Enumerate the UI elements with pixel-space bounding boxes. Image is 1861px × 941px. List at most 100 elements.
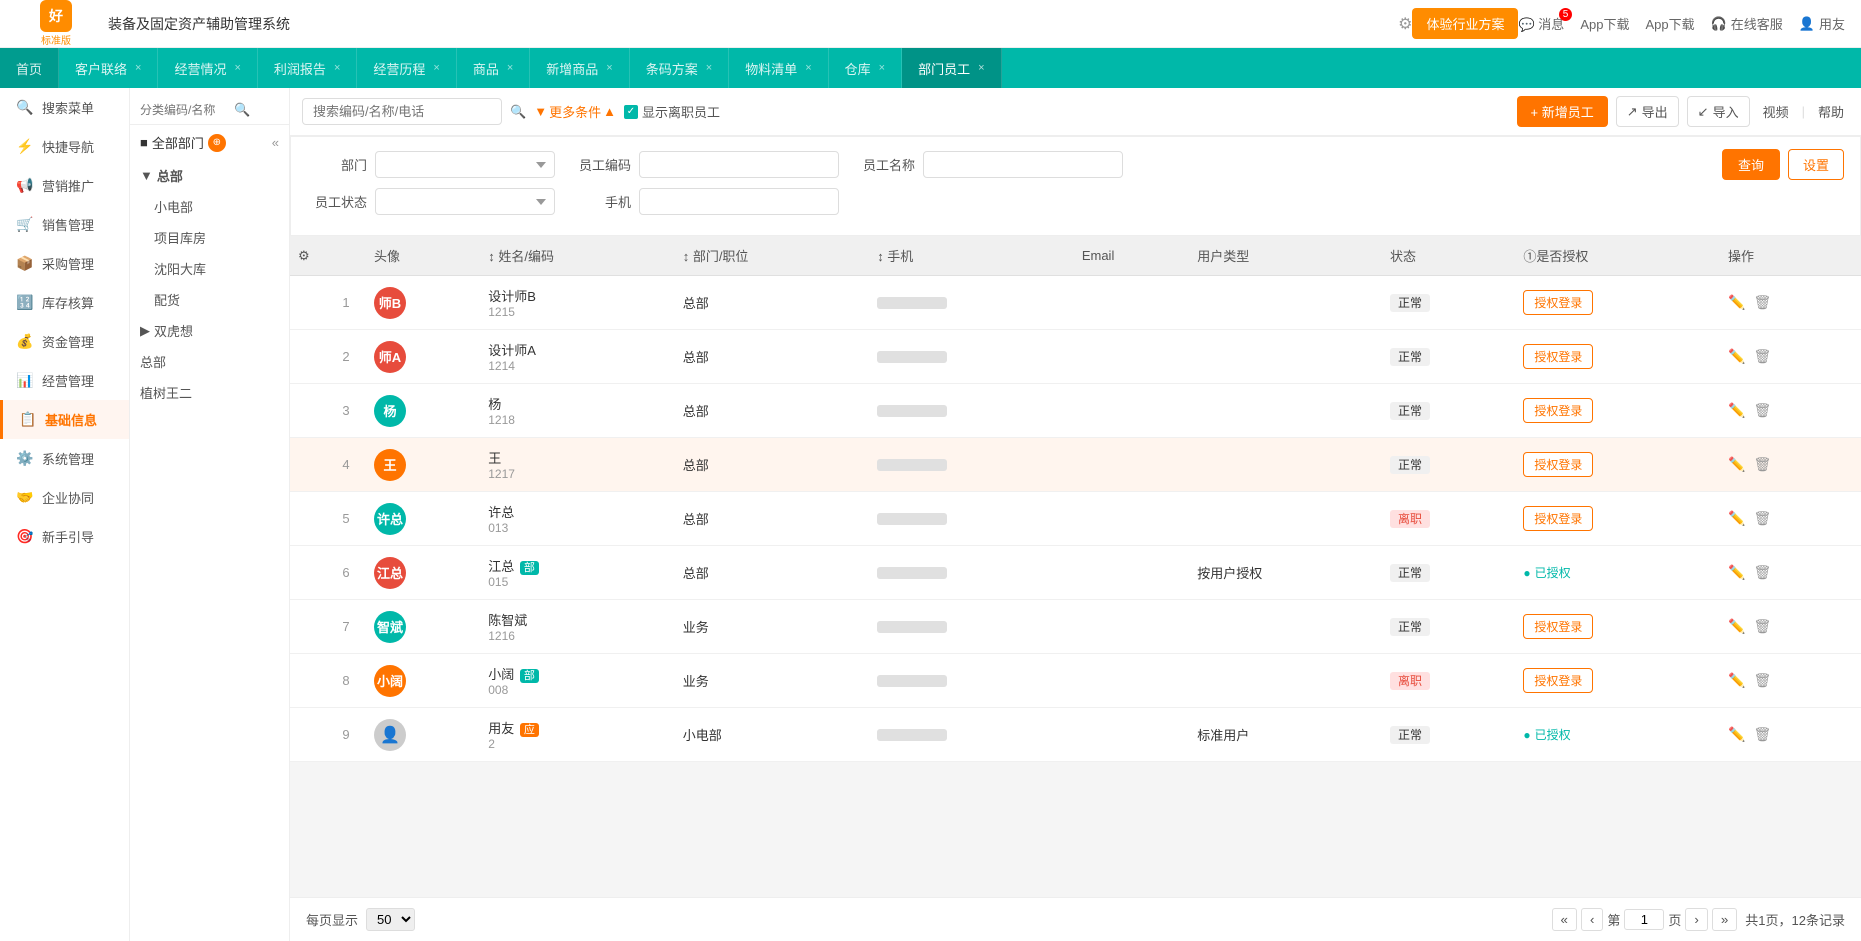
- nav-tab-add-goods[interactable]: 新增商品 ×: [530, 48, 629, 88]
- nav-tab-employee[interactable]: 部门员工 ×: [902, 48, 1001, 88]
- sidebar-item-guide[interactable]: 🎯 新手引导: [0, 517, 129, 556]
- online-service-link[interactable]: 🎧 在线客服: [1711, 14, 1783, 33]
- sidebar-item-purchase[interactable]: 📦 采购管理: [0, 244, 129, 283]
- nav-tab-warehouse[interactable]: 仓库 ×: [829, 48, 902, 88]
- nav-tab-history[interactable]: 经营历程 ×: [357, 48, 456, 88]
- trial-button[interactable]: 体验行业方案: [1412, 8, 1518, 39]
- delete-icon[interactable]: 🗑: [1753, 726, 1771, 743]
- add-employee-button[interactable]: + 新增员工: [1517, 96, 1608, 127]
- nav-tab-home[interactable]: 首页: [0, 48, 59, 88]
- status-select[interactable]: [375, 188, 555, 215]
- sidebar-item-inventory[interactable]: 🔢 库存核算: [0, 283, 129, 322]
- export-button[interactable]: ↗ 导出: [1616, 96, 1679, 127]
- auth-button[interactable]: 授权登录: [1523, 506, 1593, 531]
- tree-node-zongbu2[interactable]: 总部: [130, 346, 289, 377]
- gear-icon[interactable]: ⚙: [1398, 14, 1412, 34]
- tree-node-shenyangdaku[interactable]: 沈阳大库: [130, 253, 289, 284]
- dept-select[interactable]: [375, 151, 555, 178]
- sidebar-item-operation[interactable]: 📊 经营管理: [0, 361, 129, 400]
- nav-tab-customer[interactable]: 客户联络 ×: [59, 48, 158, 88]
- search-button[interactable]: 查询: [1722, 149, 1780, 180]
- th-settings[interactable]: ⚙: [290, 236, 326, 276]
- emp-code-input[interactable]: [639, 151, 839, 178]
- close-icon[interactable]: ×: [706, 62, 712, 74]
- last-page-btn[interactable]: »: [1712, 908, 1737, 931]
- emp-name-input[interactable]: [923, 151, 1123, 178]
- close-icon[interactable]: ×: [433, 62, 439, 74]
- sidebar-item-quicknav[interactable]: ⚡ 快捷导航: [0, 127, 129, 166]
- delete-icon[interactable]: 🗑: [1753, 456, 1771, 473]
- sidebar-item-finance[interactable]: 💰 资金管理: [0, 322, 129, 361]
- close-icon[interactable]: ×: [606, 62, 612, 74]
- nav-tab-barcode[interactable]: 条码方案 ×: [630, 48, 729, 88]
- tree-node-shuanghu[interactable]: ▶ 双虎想: [130, 315, 289, 346]
- auth-button[interactable]: 授权登录: [1523, 344, 1593, 369]
- auth-button[interactable]: 授权登录: [1523, 668, 1593, 693]
- close-icon[interactable]: ×: [978, 62, 984, 74]
- search-icon-filter[interactable]: 🔍: [510, 104, 526, 120]
- set-button[interactable]: 设置: [1788, 149, 1844, 180]
- delete-icon[interactable]: 🗑: [1753, 618, 1771, 635]
- delete-icon[interactable]: 🗑: [1753, 294, 1771, 311]
- first-page-btn[interactable]: «: [1552, 908, 1577, 931]
- delete-icon[interactable]: 🗑: [1753, 672, 1771, 689]
- edit-icon[interactable]: ✏️: [1728, 294, 1745, 311]
- tree-node-zongbu[interactable]: ▼ 总部: [130, 160, 289, 191]
- delete-icon[interactable]: 🗑: [1753, 348, 1771, 365]
- nav-tab-goods[interactable]: 商品 ×: [457, 48, 530, 88]
- edit-icon[interactable]: ✏️: [1728, 510, 1745, 527]
- video-link[interactable]: 视频: [1758, 97, 1794, 126]
- sidebar-item-search[interactable]: 🔍 搜索菜单: [0, 88, 129, 127]
- tree-node-xiaodibu[interactable]: 小电部: [130, 191, 289, 222]
- tree-header[interactable]: ■ 全部部门 ⊕ «: [130, 125, 289, 160]
- close-icon[interactable]: ×: [879, 62, 885, 74]
- th-dept[interactable]: ↕ 部门/职位: [675, 236, 869, 276]
- tree-node-peihuo[interactable]: 配货: [130, 284, 289, 315]
- auth-button[interactable]: 授权登录: [1523, 290, 1593, 315]
- user-avatar[interactable]: 👤 用友: [1799, 14, 1845, 33]
- prev-page-btn[interactable]: ‹: [1581, 908, 1603, 931]
- edit-icon[interactable]: ✏️: [1728, 456, 1745, 473]
- nav-tab-profit[interactable]: 利润报告 ×: [258, 48, 357, 88]
- edit-icon[interactable]: ✏️: [1728, 564, 1745, 581]
- close-icon[interactable]: ×: [234, 62, 240, 74]
- tree-add-icon[interactable]: ⊕: [208, 134, 226, 152]
- edit-icon[interactable]: ✏️: [1728, 402, 1745, 419]
- show-leaving-toggle[interactable]: ✓ 显示离职员工: [624, 102, 720, 121]
- edit-icon[interactable]: ✏️: [1728, 348, 1745, 365]
- tree-collapse-icon[interactable]: «: [272, 135, 279, 150]
- app-download-link[interactable]: App下载: [1580, 14, 1629, 33]
- message-icon[interactable]: 💬 5 消息: [1518, 14, 1564, 33]
- import-button[interactable]: ↙ 导入: [1687, 96, 1750, 127]
- th-phone[interactable]: ↕ 手机: [869, 236, 1074, 276]
- phone-input[interactable]: [639, 188, 839, 215]
- sidebar-item-sales[interactable]: 🛒 销售管理: [0, 205, 129, 244]
- delete-icon[interactable]: 🗑: [1753, 564, 1771, 581]
- tree-search-icon[interactable]: 🔍: [234, 102, 250, 118]
- th-name[interactable]: ↕ 姓名/编码: [480, 236, 674, 276]
- edit-icon[interactable]: ✏️: [1728, 672, 1745, 689]
- auth-button[interactable]: 授权登录: [1523, 614, 1593, 639]
- next-page-btn[interactable]: ›: [1685, 908, 1707, 931]
- page-size-select[interactable]: 50: [366, 908, 415, 931]
- sidebar-item-system[interactable]: ⚙️ 系统管理: [0, 439, 129, 478]
- more-filter-btn[interactable]: ▼ 更多条件 ▲: [534, 102, 616, 121]
- delete-icon[interactable]: 🗑: [1753, 402, 1771, 419]
- edit-icon[interactable]: ✏️: [1728, 726, 1745, 743]
- close-icon[interactable]: ×: [135, 62, 141, 74]
- tree-node-zhishu[interactable]: 植树王二: [130, 377, 289, 408]
- delete-icon[interactable]: 🗑: [1753, 510, 1771, 527]
- close-icon[interactable]: ×: [805, 62, 811, 74]
- tree-search-input[interactable]: [140, 103, 230, 117]
- sidebar-item-basic[interactable]: 📋 基础信息: [0, 400, 129, 439]
- page-input[interactable]: [1624, 909, 1664, 930]
- show-leaving-checkbox[interactable]: ✓: [624, 105, 638, 119]
- search-input[interactable]: [302, 98, 502, 125]
- sidebar-item-marketing[interactable]: 📢 营销推广: [0, 166, 129, 205]
- nav-tab-operation[interactable]: 经营情况 ×: [158, 48, 257, 88]
- close-icon[interactable]: ×: [507, 62, 513, 74]
- auth-button[interactable]: 授权登录: [1523, 398, 1593, 423]
- app-download-text[interactable]: App下载: [1645, 14, 1694, 33]
- nav-tab-bom[interactable]: 物料清单 ×: [729, 48, 828, 88]
- help-link[interactable]: 帮助: [1813, 97, 1849, 126]
